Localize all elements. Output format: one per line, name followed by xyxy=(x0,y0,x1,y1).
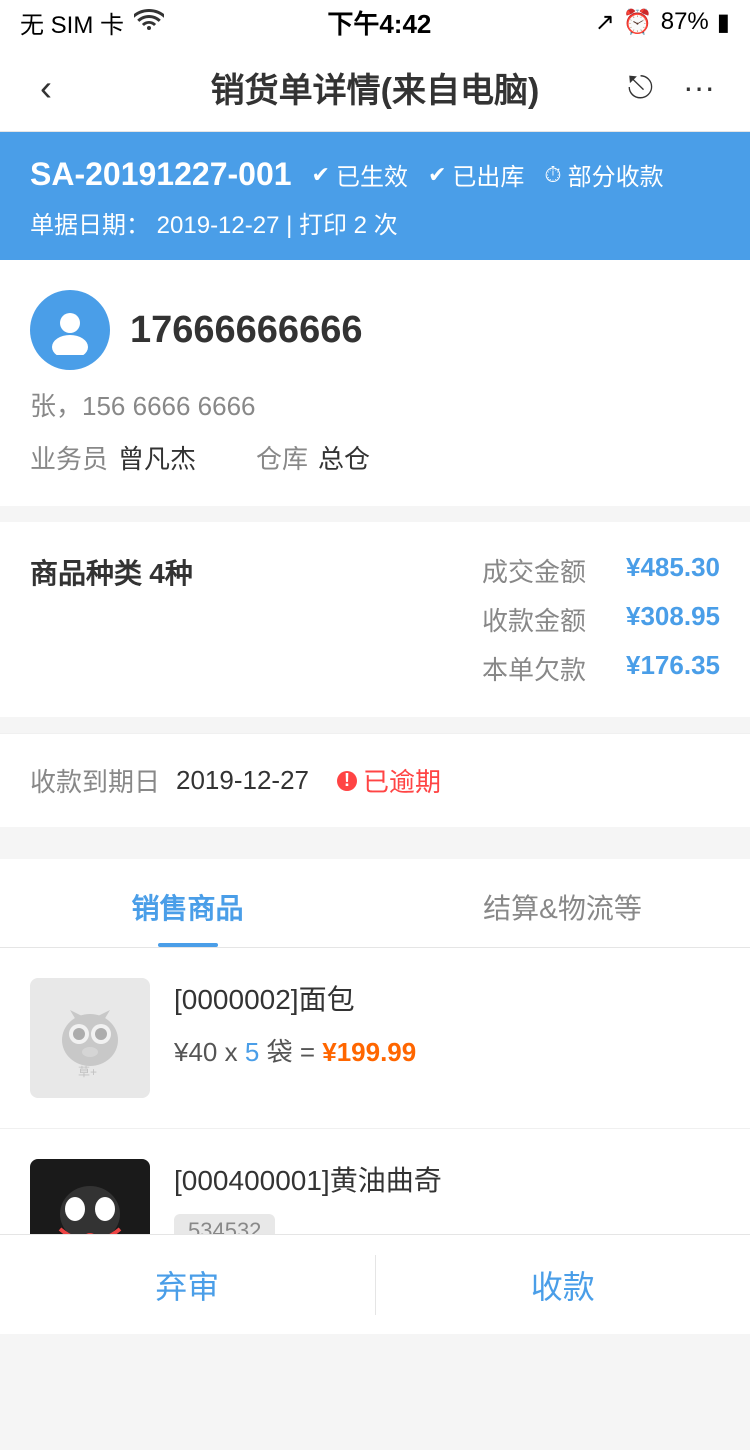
status-right: ↗ ⏰ 87% ▮ xyxy=(595,8,730,37)
order-info-row: SA-20191227-001 ✔ 已生效 ✔ 已出库 ⏱ 部分收款 xyxy=(30,156,720,193)
wifi-icon xyxy=(134,8,164,37)
customer-avatar xyxy=(30,290,110,370)
product-name-2: [000400001]黄油曲奇 xyxy=(174,1159,720,1199)
badge-effective: ✔ 已生效 xyxy=(312,157,408,192)
header-banner: SA-20191227-001 ✔ 已生效 ✔ 已出库 ⏱ 部分收款 单据日期：… xyxy=(0,132,750,260)
amount-info: 成交金额 ¥485.30 收款金额 ¥308.95 本单欠款 ¥176.35 xyxy=(482,552,720,687)
deal-amount-value: ¥485.30 xyxy=(626,552,720,589)
product-name-1: [0000002]面包 xyxy=(174,978,720,1018)
bottom-bar: 弃审 收款 xyxy=(0,1234,750,1334)
product-qty-1: 5 xyxy=(245,1037,259,1067)
tab-sales-products[interactable]: 销售商品 xyxy=(0,859,375,947)
more-button[interactable]: ··· xyxy=(678,64,720,111)
warehouse-item: 仓库 总仓 xyxy=(256,439,370,476)
due-date-value: 2019-12-27 xyxy=(176,765,309,796)
product-thumbnail-1: 草+ xyxy=(30,978,150,1098)
order-number: SA-20191227-001 xyxy=(30,156,292,193)
owed-amount-row: 本单欠款 ¥176.35 xyxy=(482,650,720,687)
salesperson-label: 业务员 xyxy=(30,439,108,476)
overdue-dot-icon: ! xyxy=(337,771,357,791)
customer-header-row: 17666666666 xyxy=(30,290,720,370)
share-button[interactable]: ⎋ xyxy=(623,64,658,112)
product-price-1: ¥40 x 5 袋 = ¥199.99 xyxy=(174,1032,720,1069)
owed-value: ¥176.35 xyxy=(626,650,720,687)
status-left: 无 SIM 卡 xyxy=(20,5,164,40)
clock-icon: ⏱ xyxy=(544,162,561,188)
product-total-1: ¥199.99 xyxy=(322,1037,416,1067)
salesperson-value: 曾凡杰 xyxy=(118,439,196,476)
bottom-padding xyxy=(0,1330,750,1450)
due-date-section: 收款到期日 2019-12-27 ! 已逾期 xyxy=(0,733,750,827)
deal-amount-label: 成交金额 xyxy=(482,552,586,589)
divider-1 xyxy=(0,506,750,522)
due-label: 收款到期日 xyxy=(30,762,160,799)
battery-icon: ▮ xyxy=(717,8,730,37)
owed-label: 本单欠款 xyxy=(482,650,586,687)
confirm-button[interactable]: 收款 xyxy=(376,1235,750,1334)
overdue-badge: ! 已逾期 xyxy=(325,758,453,803)
svg-text:草+: 草+ xyxy=(78,1065,97,1078)
owl-icon: 草+ xyxy=(50,998,130,1078)
location-icon: ↗ xyxy=(595,8,615,37)
warehouse-label: 仓库 xyxy=(256,439,308,476)
product-info-1: [0000002]面包 ¥40 x 5 袋 = ¥199.99 xyxy=(174,978,720,1069)
back-button[interactable]: ‹ xyxy=(30,57,62,119)
customer-section: 17666666666 张，156 6666 6666 业务员 曾凡杰 仓库 总… xyxy=(0,260,750,506)
tabs-section: 销售商品 结算&物流等 xyxy=(0,859,750,948)
cancel-button[interactable]: 弃审 xyxy=(0,1235,375,1334)
list-item: 草+ [0000002]面包 ¥40 x 5 袋 = ¥199.99 xyxy=(0,948,750,1129)
category-info: 商品种类 4种 xyxy=(30,552,193,592)
deal-amount-row: 成交金额 ¥485.30 xyxy=(482,552,720,589)
check-icon-1: ✔ xyxy=(312,162,330,188)
order-date-row: 单据日期： 2019-12-27 | 打印 2 次 xyxy=(30,205,720,240)
customer-meta: 业务员 曾凡杰 仓库 总仓 xyxy=(30,439,720,476)
chevron-left-icon: ‹ xyxy=(40,67,52,108)
badge-partial: ⏱ 部分收款 xyxy=(544,157,663,192)
check-icon-2: ✔ xyxy=(428,162,446,188)
share-icon: ⎋ xyxy=(628,69,653,105)
no-sim-label: 无 SIM 卡 xyxy=(20,5,124,40)
summary-row: 商品种类 4种 成交金额 ¥485.30 收款金额 ¥308.95 本单欠款 ¥… xyxy=(30,552,720,687)
more-icon: ··· xyxy=(683,69,715,105)
summary-section: 商品种类 4种 成交金额 ¥485.30 收款金额 ¥308.95 本单欠款 ¥… xyxy=(0,522,750,717)
warehouse-value: 总仓 xyxy=(318,439,370,476)
status-time: 下午4:42 xyxy=(327,4,431,41)
divider-2 xyxy=(0,827,750,843)
received-value: ¥308.95 xyxy=(626,601,720,638)
received-label: 收款金额 xyxy=(482,601,586,638)
salesperson-item: 业务员 曾凡杰 xyxy=(30,439,196,476)
customer-phone: 17666666666 xyxy=(130,309,362,352)
received-amount-row: 收款金额 ¥308.95 xyxy=(482,601,720,638)
status-bar: 无 SIM 卡 下午4:42 ↗ ⏰ 87% ▮ xyxy=(0,0,750,44)
page-title: 销货单详情(来自电脑) xyxy=(211,63,540,112)
overdue-text: 已逾期 xyxy=(363,762,441,799)
tab-settlement[interactable]: 结算&物流等 xyxy=(375,859,750,947)
nav-bar: ‹ 销货单详情(来自电脑) ⎋ ··· xyxy=(0,44,750,132)
user-avatar-icon xyxy=(45,305,95,355)
alarm-icon: ⏰ xyxy=(623,8,653,37)
customer-detail: 张，156 6666 6666 xyxy=(30,386,720,423)
badge-shipped: ✔ 已出库 xyxy=(428,157,524,192)
battery-label: 87% xyxy=(661,8,709,36)
nav-actions: ⎋ ··· xyxy=(623,64,720,112)
